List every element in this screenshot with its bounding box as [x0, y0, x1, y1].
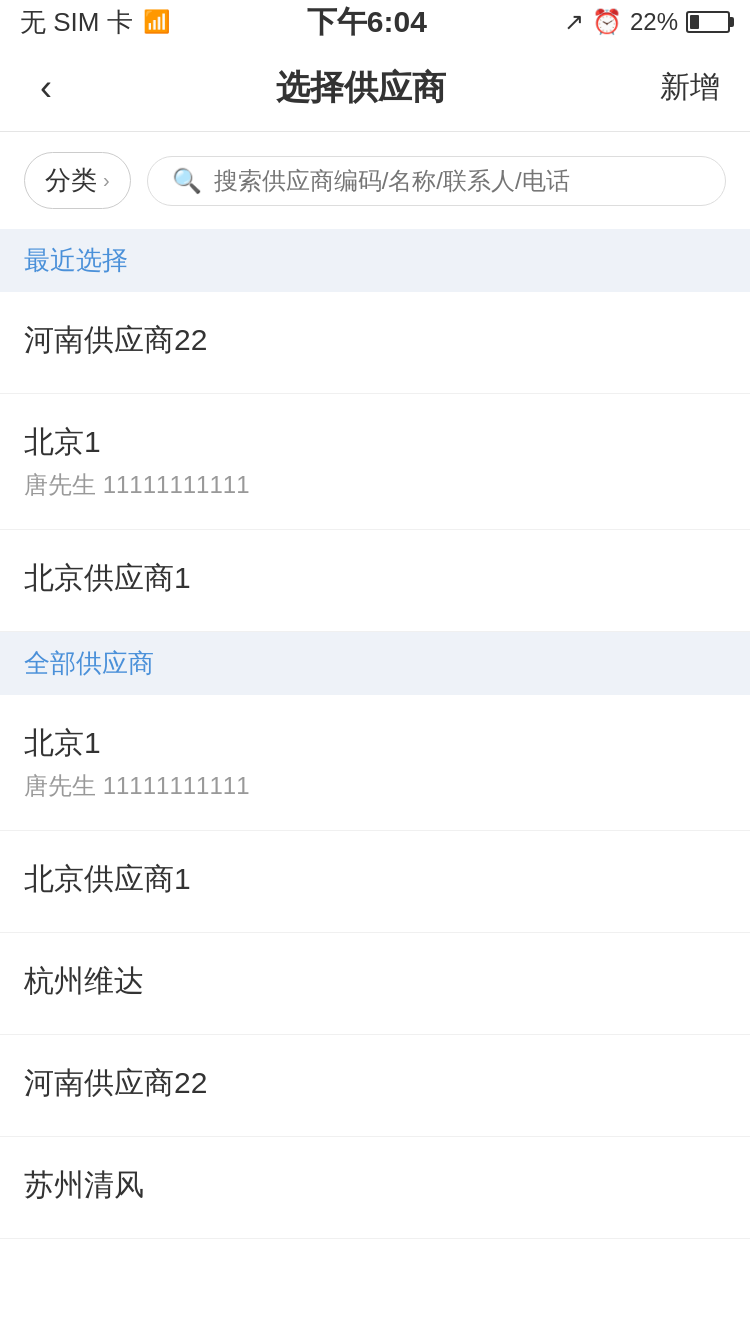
item-sub: 唐先生 11111111111 — [24, 469, 726, 501]
list-item[interactable]: 河南供应商22 — [0, 1035, 750, 1137]
section-header-all: 全部供应商 — [0, 632, 750, 695]
status-time: 下午6:04 — [307, 2, 427, 43]
list-item[interactable]: 北京供应商1 — [0, 831, 750, 933]
list-item[interactable]: 河南供应商22 — [0, 292, 750, 394]
item-name: 北京1 — [24, 422, 726, 463]
sections-container: 最近选择河南供应商22 北京1 唐先生 11111111111 北京供应商1 全部供应商… — [0, 229, 750, 1239]
item-sub: 唐先生 11111111111 — [24, 770, 726, 802]
chevron-right-icon: › — [103, 169, 110, 192]
list-item[interactable]: 北京1 唐先生 11111111111 — [0, 695, 750, 831]
item-name: 北京供应商1 — [24, 859, 726, 900]
location-icon: ↗ — [564, 8, 584, 36]
item-name: 杭州维达 — [24, 961, 726, 1002]
list-item[interactable]: 苏州清风 — [0, 1137, 750, 1239]
list-item[interactable]: 北京1 唐先生 11111111111 — [0, 394, 750, 530]
search-box: 🔍 — [147, 156, 726, 206]
page-title: 选择供应商 — [276, 65, 446, 111]
item-name: 苏州清风 — [24, 1165, 726, 1206]
status-left: 无 SIM 卡 📶 — [20, 5, 170, 40]
sim-status: 无 SIM 卡 — [20, 5, 133, 40]
category-label: 分类 — [45, 163, 97, 198]
item-name: 河南供应商22 — [24, 320, 726, 361]
filter-bar: 分类 › 🔍 — [0, 132, 750, 229]
back-button[interactable]: ‹ — [30, 57, 62, 119]
nav-bar: ‹ 选择供应商 新增 — [0, 44, 750, 132]
status-bar: 无 SIM 卡 📶 下午6:04 ↗ ⏰ 22% — [0, 0, 750, 44]
list-item[interactable]: 杭州维达 — [0, 933, 750, 1035]
item-name: 河南供应商22 — [24, 1063, 726, 1104]
battery-percent: 22% — [630, 8, 678, 36]
battery-icon — [686, 11, 730, 33]
item-name: 北京供应商1 — [24, 558, 726, 599]
section-header-recent: 最近选择 — [0, 229, 750, 292]
alarm-icon: ⏰ — [592, 8, 622, 36]
list-item[interactable]: 北京供应商1 — [0, 530, 750, 632]
category-filter-button[interactable]: 分类 › — [24, 152, 131, 209]
wifi-icon: 📶 — [143, 9, 170, 35]
item-name: 北京1 — [24, 723, 726, 764]
search-input[interactable] — [214, 167, 701, 195]
search-icon: 🔍 — [172, 167, 202, 195]
status-right: ↗ ⏰ 22% — [564, 8, 730, 36]
new-action-button[interactable]: 新增 — [660, 67, 720, 108]
